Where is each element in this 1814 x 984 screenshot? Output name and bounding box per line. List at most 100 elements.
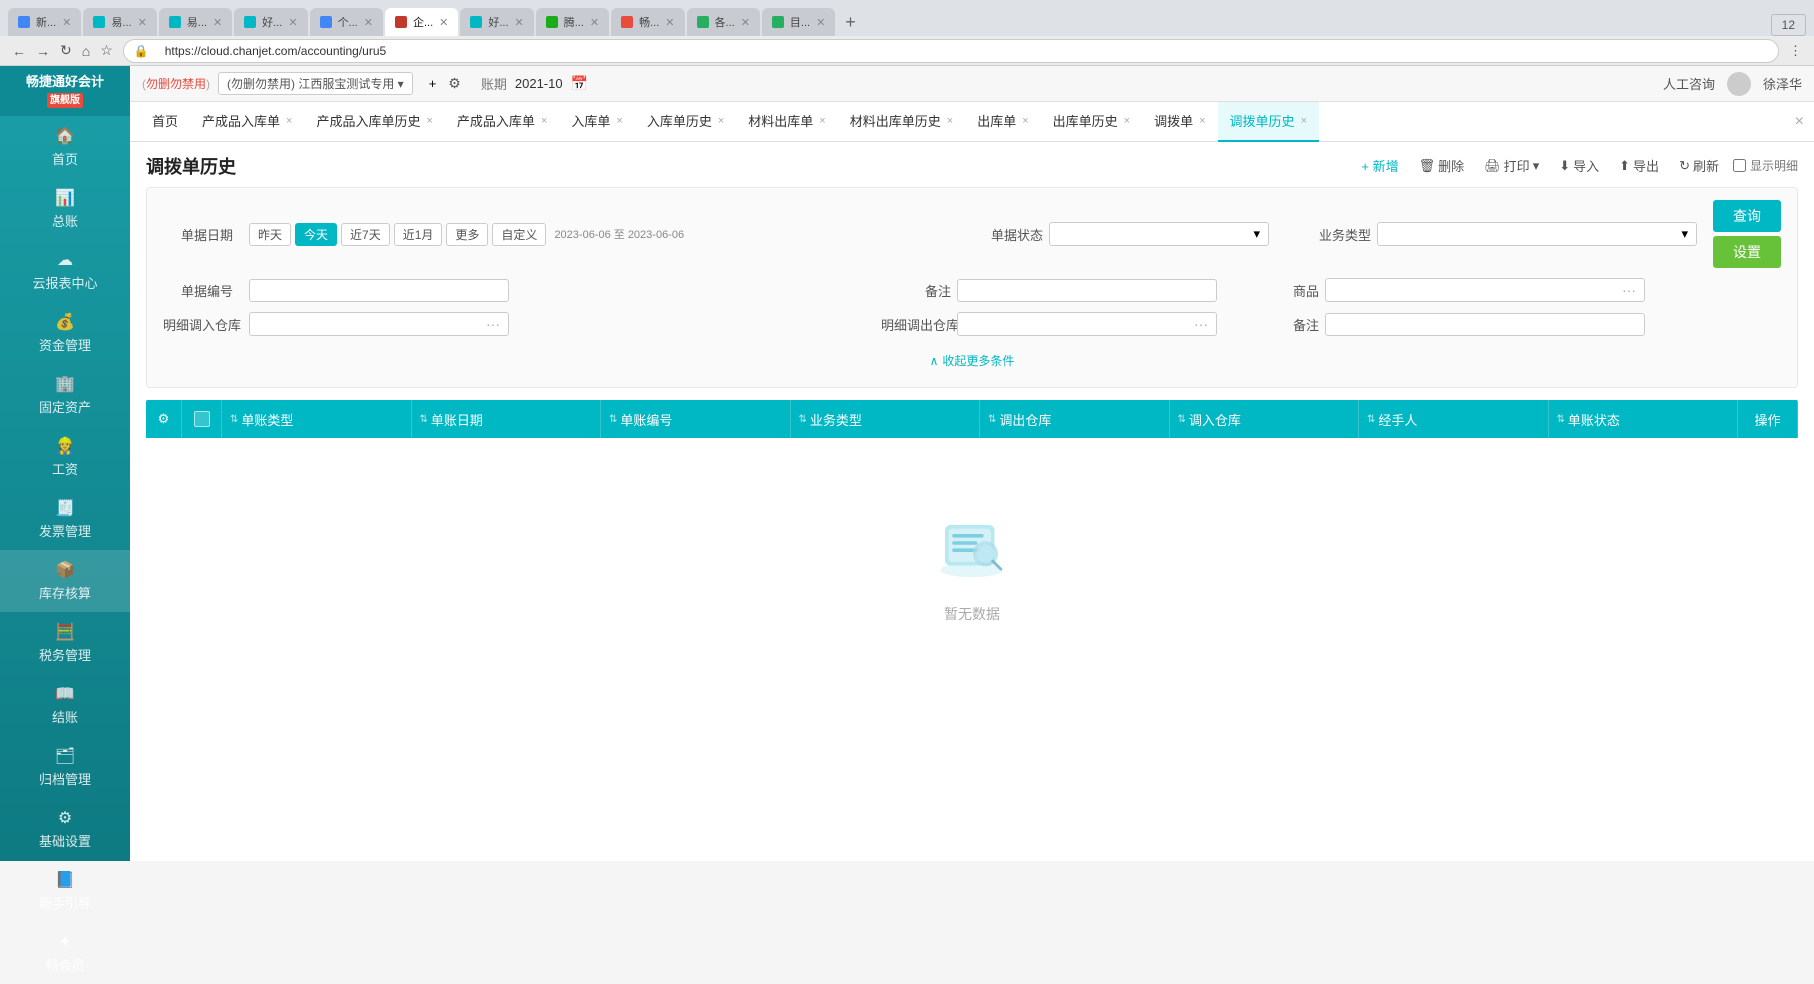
url-input[interactable] [155,40,1768,62]
empty-state-icon [927,498,1017,588]
collapse-row[interactable]: ∧ 收起更多条件 [163,346,1781,375]
biz-type-select[interactable]: ▾ [1377,222,1697,246]
doc-no-input[interactable] [249,279,509,302]
sidebar-item-member[interactable]: ✦ 畅会员 [0,922,130,984]
status-select[interactable]: ▾ [1049,222,1269,246]
refresh-button[interactable]: ↻ [60,42,72,59]
th-checkbox[interactable] [182,400,222,438]
sidebar-item-inventory[interactable]: 📦 库存核算 [0,550,130,612]
tab-in-order[interactable]: 入库单 × [559,102,634,142]
tab-transfer[interactable]: 调拨单 × [1142,102,1217,142]
th-doc-no[interactable]: ⇅ 单账编号 [601,400,791,438]
th-doc-type[interactable]: ⇅ 单账类型 [222,400,412,438]
browser-tab-1[interactable]: 新... ✕ [8,8,81,36]
tab-close-icon[interactable]: × [1022,115,1028,127]
remark2-input[interactable] [1325,313,1645,336]
sidebar-item-tax[interactable]: 🧮 税务管理 [0,612,130,674]
filter-settings-button[interactable]: 设置 [1713,236,1781,268]
detail-out-select[interactable]: ··· [957,312,1217,336]
tab-close-icon[interactable]: × [718,115,724,127]
date-btn-today[interactable]: 今天 [295,223,337,246]
export-button[interactable]: ⬆ 导出 [1613,152,1665,179]
tab-close-icon[interactable]: × [819,115,825,127]
tab-close-icon[interactable]: × [541,115,547,127]
sidebar-item-fixed-assets[interactable]: 🏢 固定资产 [0,364,130,426]
tab-close-icon[interactable]: × [947,115,953,127]
sidebar-item-guide[interactable]: 📘 新手引导 [0,860,130,922]
print-button[interactable]: 🖨 打印 ▾ [1478,152,1545,179]
add-company-btn[interactable]: + [429,76,437,91]
tab-product-in[interactable]: 产成品入库单 × [190,102,304,142]
tab-close-icon[interactable]: × [1199,115,1205,127]
th-biz-type[interactable]: ⇅ 业务类型 [791,400,981,438]
sidebar-item-close-accounts[interactable]: 📖 结账 [0,674,130,736]
sidebar-item-ledger[interactable]: 📊 总账 [0,178,130,240]
tab-close-icon[interactable]: × [1124,115,1130,127]
date-btn-1month[interactable]: 近1月 [394,223,443,246]
sidebar-item-cloud-reports[interactable]: ☁ 云报表中心 [0,240,130,302]
tab-product-in-2[interactable]: 产成品入库单 × [445,102,559,142]
sidebar-item-archive[interactable]: 🗂 归档管理 [0,736,130,798]
tab-close-icon[interactable]: × [286,115,292,127]
date-btn-more[interactable]: 更多 [446,223,488,246]
date-btn-custom[interactable]: 自定义 [492,223,546,246]
back-button[interactable]: ← [12,43,26,59]
sidebar-item-payroll[interactable]: 👷 工资 [0,426,130,488]
tab-home[interactable]: 首页 [140,102,190,142]
tab-product-in-history[interactable]: 产成品入库单历史 × [304,102,444,142]
bookmark-button[interactable]: ☆ [100,42,113,59]
toolbar: + 新增 🗑 删除 🖨 打印 ▾ ⬇ 导入 ⬆ [1355,152,1798,179]
sidebar-item-fund[interactable]: 💰 资金管理 [0,302,130,364]
import-button[interactable]: ⬇ 导入 [1553,152,1605,179]
company-selector[interactable]: (勿删勿禁用) 江西服宝测试专用 ▾ [218,72,413,95]
remark-input[interactable] [957,279,1217,302]
tab-in-order-history[interactable]: 入库单历史 × [635,102,736,142]
close-panel-button[interactable]: × [1795,113,1804,131]
browser-tab-2[interactable]: 易... ✕ [83,8,156,36]
tab-close-icon[interactable]: × [426,115,432,127]
tab-transfer-history[interactable]: 调拨单历史 × [1218,102,1319,142]
browser-tab-3[interactable]: 易... ✕ [159,8,232,36]
th-out-warehouse[interactable]: ⇅ 调出仓库 [980,400,1170,438]
calendar-icon[interactable]: 📅 [571,75,588,92]
select-all-checkbox[interactable] [194,411,210,427]
extensions-icon[interactable]: ⋮ [1789,43,1802,59]
new-tab-button[interactable]: + [837,8,864,36]
th-handler[interactable]: ⇅ 经手人 [1359,400,1549,438]
detail-in-select[interactable]: ··· [249,312,509,336]
browser-tab-11[interactable]: 目... ✕ [762,8,835,36]
home-button[interactable]: ⌂ [82,43,90,59]
display-cols-checkbox[interactable] [1733,159,1746,172]
forward-button[interactable]: → [36,43,50,59]
browser-tab-9[interactable]: 畅... ✕ [611,8,684,36]
th-doc-date[interactable]: ⇅ 单账日期 [412,400,602,438]
browser-tab-7[interactable]: 好... ✕ [460,8,533,36]
browser-tab-6[interactable]: 企... ✕ [385,8,458,36]
goods-select[interactable]: ··· [1325,278,1645,302]
tab-material-out[interactable]: 材料出库单 × [736,102,837,142]
tab-close-icon[interactable]: × [616,115,622,127]
query-button[interactable]: 查询 [1713,200,1781,232]
browser-tab-4[interactable]: 好... ✕ [234,8,307,36]
delete-button[interactable]: 🗑 删除 [1413,152,1471,179]
browser-tab-8[interactable]: 腾... ✕ [536,8,609,36]
tab-out-order-history[interactable]: 出库单历史 × [1041,102,1142,142]
browser-tab-10[interactable]: 各... ✕ [687,8,760,36]
th-gear[interactable]: ⚙ [146,400,182,438]
new-button[interactable]: + 新增 [1355,152,1404,179]
sidebar-item-invoice[interactable]: 🧾 发票管理 [0,488,130,550]
browser-tab-5[interactable]: 个... ✕ [310,8,383,36]
sidebar-item-home[interactable]: 🏠 首页 [0,116,130,178]
date-btn-7days[interactable]: 近7天 [341,223,390,246]
tab-material-out-history[interactable]: 材料出库单历史 × [838,102,965,142]
tab-close-icon-active[interactable]: × [1301,115,1307,127]
th-doc-status[interactable]: ⇅ 单账状态 [1549,400,1739,438]
customer-service-btn[interactable]: 人工咨询 [1663,74,1715,93]
th-in-warehouse[interactable]: ⇅ 调入仓库 [1170,400,1360,438]
tab-out-order[interactable]: 出库单 × [965,102,1040,142]
refresh-button[interactable]: ↻ 刷新 [1673,152,1725,179]
date-btn-yesterday[interactable]: 昨天 [249,223,291,246]
sidebar-item-settings[interactable]: ⚙ 基础设置 [0,798,130,860]
company-settings-icon[interactable]: ⚙ [448,75,461,92]
display-cols-toggle[interactable]: 显示明细 [1733,157,1798,174]
